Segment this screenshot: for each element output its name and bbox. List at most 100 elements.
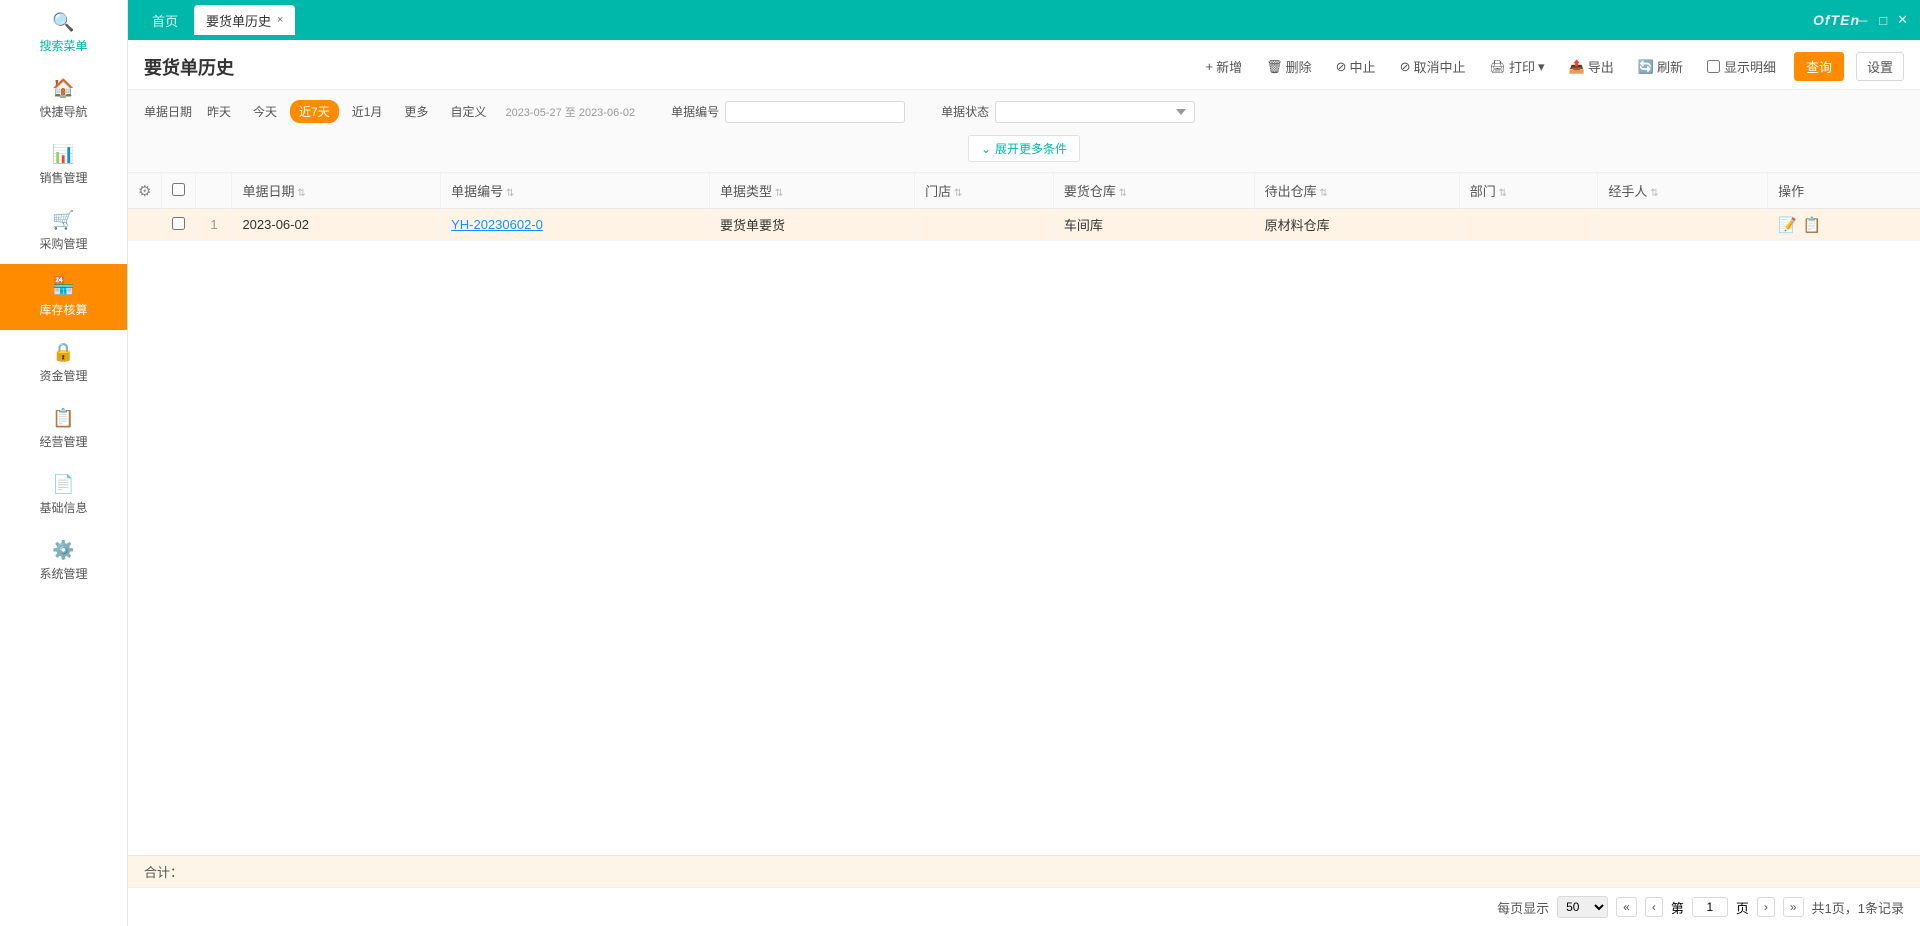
- tab-home[interactable]: 首页: [140, 5, 190, 35]
- page-header: 要货单历史 + 新增 🗑 删除 ⊘ 中止 ⊘ 取消中止: [128, 40, 1920, 90]
- sidebar-item-label: 销售管理: [39, 169, 87, 186]
- select-all-checkbox[interactable]: [172, 183, 185, 196]
- row-checkbox[interactable]: [172, 217, 185, 230]
- sum-label: 合计：: [144, 862, 183, 881]
- sidebar-item-operation[interactable]: 📋 经营管理: [0, 396, 127, 462]
- cancel-stop-label: 取消中止: [1413, 57, 1465, 76]
- delete-label: 删除: [1286, 57, 1312, 76]
- date-btn-today[interactable]: 今天: [244, 100, 286, 123]
- refresh-icon: 🔄: [1638, 59, 1654, 75]
- date-btn-last7days[interactable]: 近7天: [290, 100, 339, 123]
- col-doc-type[interactable]: 单据类型: [710, 173, 915, 209]
- table-row: 1 2023-06-02 YH-20230602-0 要货单要货 车间库 原材料…: [128, 209, 1920, 241]
- sales-icon: 📊: [52, 144, 74, 165]
- expand-conditions-button[interactable]: ⌄ 展开更多条件: [968, 135, 1080, 162]
- settings-button[interactable]: 设置: [1856, 52, 1904, 81]
- first-page-button[interactable]: «: [1616, 897, 1637, 917]
- close-button[interactable]: ✕: [1897, 12, 1908, 28]
- status-label: 单据状态: [941, 103, 989, 120]
- sidebar-item-label: 系统管理: [39, 565, 87, 582]
- refresh-button[interactable]: 🔄 刷新: [1632, 53, 1689, 80]
- window-controls: － □ ✕: [1856, 11, 1908, 30]
- row-copy-icon[interactable]: 📋: [1803, 216, 1822, 234]
- sidebar-item-sales[interactable]: 📊 销售管理: [0, 132, 127, 198]
- system-icon: ⚙️: [52, 540, 74, 561]
- page-info: 共1页，1条记录: [1812, 898, 1904, 917]
- minimize-button[interactable]: －: [1856, 11, 1869, 30]
- tab-close-icon[interactable]: ×: [277, 14, 283, 26]
- sidebar-item-system[interactable]: ⚙️ 系统管理: [0, 528, 127, 594]
- delete-button[interactable]: 🗑 删除: [1260, 53, 1318, 80]
- page-title: 要货单历史: [144, 54, 1200, 80]
- inventory-icon: 🏪: [52, 276, 74, 297]
- new-label: 新增: [1216, 57, 1242, 76]
- cancel-stop-button[interactable]: ⊘ 取消中止: [1394, 53, 1472, 80]
- finance-icon: 🔒: [52, 342, 74, 363]
- col-handler[interactable]: 经手人: [1598, 173, 1768, 209]
- topbar: 首页 要货单历史 × OfTEn － □ ✕: [128, 0, 1920, 40]
- sidebar-item-purchase[interactable]: 🛒 采购管理: [0, 198, 127, 264]
- print-label: 打印: [1509, 57, 1535, 76]
- page-number-input[interactable]: [1692, 897, 1728, 917]
- sidebar-item-search-menu[interactable]: 🔍 搜索菜单: [0, 0, 127, 66]
- col-store[interactable]: 门店: [915, 173, 1054, 209]
- cancel-stop-icon: ⊘: [1400, 59, 1411, 75]
- show-detail-button[interactable]: 显示明细: [1701, 53, 1782, 80]
- new-button[interactable]: + 新增: [1200, 53, 1249, 80]
- sidebar-item-label: 采购管理: [39, 235, 87, 252]
- delete-icon: 🗑: [1266, 59, 1283, 75]
- page-label: 第: [1671, 898, 1684, 917]
- print-button[interactable]: 🖨 打印 ▾: [1483, 53, 1550, 80]
- print-arrow-icon: ▾: [1538, 59, 1545, 75]
- stop-icon: ⊘: [1336, 59, 1347, 75]
- status-select[interactable]: [995, 101, 1195, 123]
- last-page-button[interactable]: »: [1783, 897, 1804, 917]
- tab-history[interactable]: 要货单历史 ×: [194, 5, 295, 35]
- row-edit-icon[interactable]: 📝: [1778, 216, 1797, 234]
- doc-no-input[interactable]: [725, 101, 905, 123]
- table-settings-icon[interactable]: ⚙: [138, 183, 151, 200]
- export-button[interactable]: 📤 导出: [1563, 53, 1620, 80]
- row-store: [915, 209, 1054, 241]
- col-req-warehouse[interactable]: 要货仓库: [1053, 173, 1254, 209]
- prev-page-button[interactable]: ‹: [1645, 897, 1663, 917]
- col-department[interactable]: 部门: [1459, 173, 1598, 209]
- col-doc-no[interactable]: 单据编号: [441, 173, 710, 209]
- date-label: 单据日期: [144, 103, 192, 120]
- expand-label: 展开更多条件: [995, 140, 1067, 157]
- expand-icon: ⌄: [981, 142, 991, 156]
- doc-no-link[interactable]: YH-20230602-0: [451, 217, 543, 232]
- main-area: 首页 要货单历史 × OfTEn － □ ✕ 要货单历史 + 新增 🗑: [128, 0, 1920, 926]
- date-btn-yesterday[interactable]: 昨天: [198, 100, 240, 123]
- pagination: 每页显示 2050100200 « ‹ 第 页 › » 共1页，1条记录: [128, 887, 1920, 926]
- next-page-button[interactable]: ›: [1757, 897, 1775, 917]
- maximize-button[interactable]: □: [1879, 13, 1887, 28]
- col-num: [196, 173, 232, 209]
- operation-icon: 📋: [52, 408, 74, 429]
- col-pending-warehouse[interactable]: 待出仓库: [1254, 173, 1459, 209]
- col-date[interactable]: 单据日期: [232, 173, 441, 209]
- row-settings-cell: [128, 209, 162, 241]
- sidebar-item-finance[interactable]: 🔒 资金管理: [0, 330, 127, 396]
- home-icon: 🏠: [52, 78, 74, 99]
- stop-button[interactable]: ⊘ 中止: [1330, 53, 1382, 80]
- sidebar-item-label: 搜索菜单: [39, 37, 87, 54]
- date-btn-custom[interactable]: 自定义: [441, 100, 495, 123]
- show-detail-checkbox[interactable]: [1707, 60, 1720, 73]
- table-header-row: ⚙ 单据日期 单据编号 单据类型 门店 要货仓库 待出仓库 部门 经手人: [128, 173, 1920, 209]
- filter-area: 单据日期 昨天 今天 近7天 近1月 更多 自定义 2023-05-27 至 2…: [128, 90, 1920, 173]
- row-department: [1459, 209, 1598, 241]
- date-btn-last1month[interactable]: 近1月: [343, 100, 392, 123]
- sidebar-item-basic[interactable]: 📄 基础信息: [0, 462, 127, 528]
- tab-home-label: 首页: [152, 11, 178, 30]
- sidebar-item-label: 基础信息: [39, 499, 87, 516]
- page-size-select[interactable]: 2050100200: [1557, 896, 1608, 918]
- sidebar-item-label: 经营管理: [39, 433, 87, 450]
- doc-no-label: 单据编号: [671, 103, 719, 120]
- query-button[interactable]: 查询: [1794, 52, 1844, 81]
- action-buttons: 📝 📋: [1778, 216, 1910, 234]
- sidebar-item-quick-nav[interactable]: 🏠 快捷导航: [0, 66, 127, 132]
- date-btn-more[interactable]: 更多: [395, 100, 437, 123]
- sidebar-item-inventory[interactable]: 🏪 库存核算: [0, 264, 127, 330]
- print-icon: 🖨: [1489, 59, 1506, 75]
